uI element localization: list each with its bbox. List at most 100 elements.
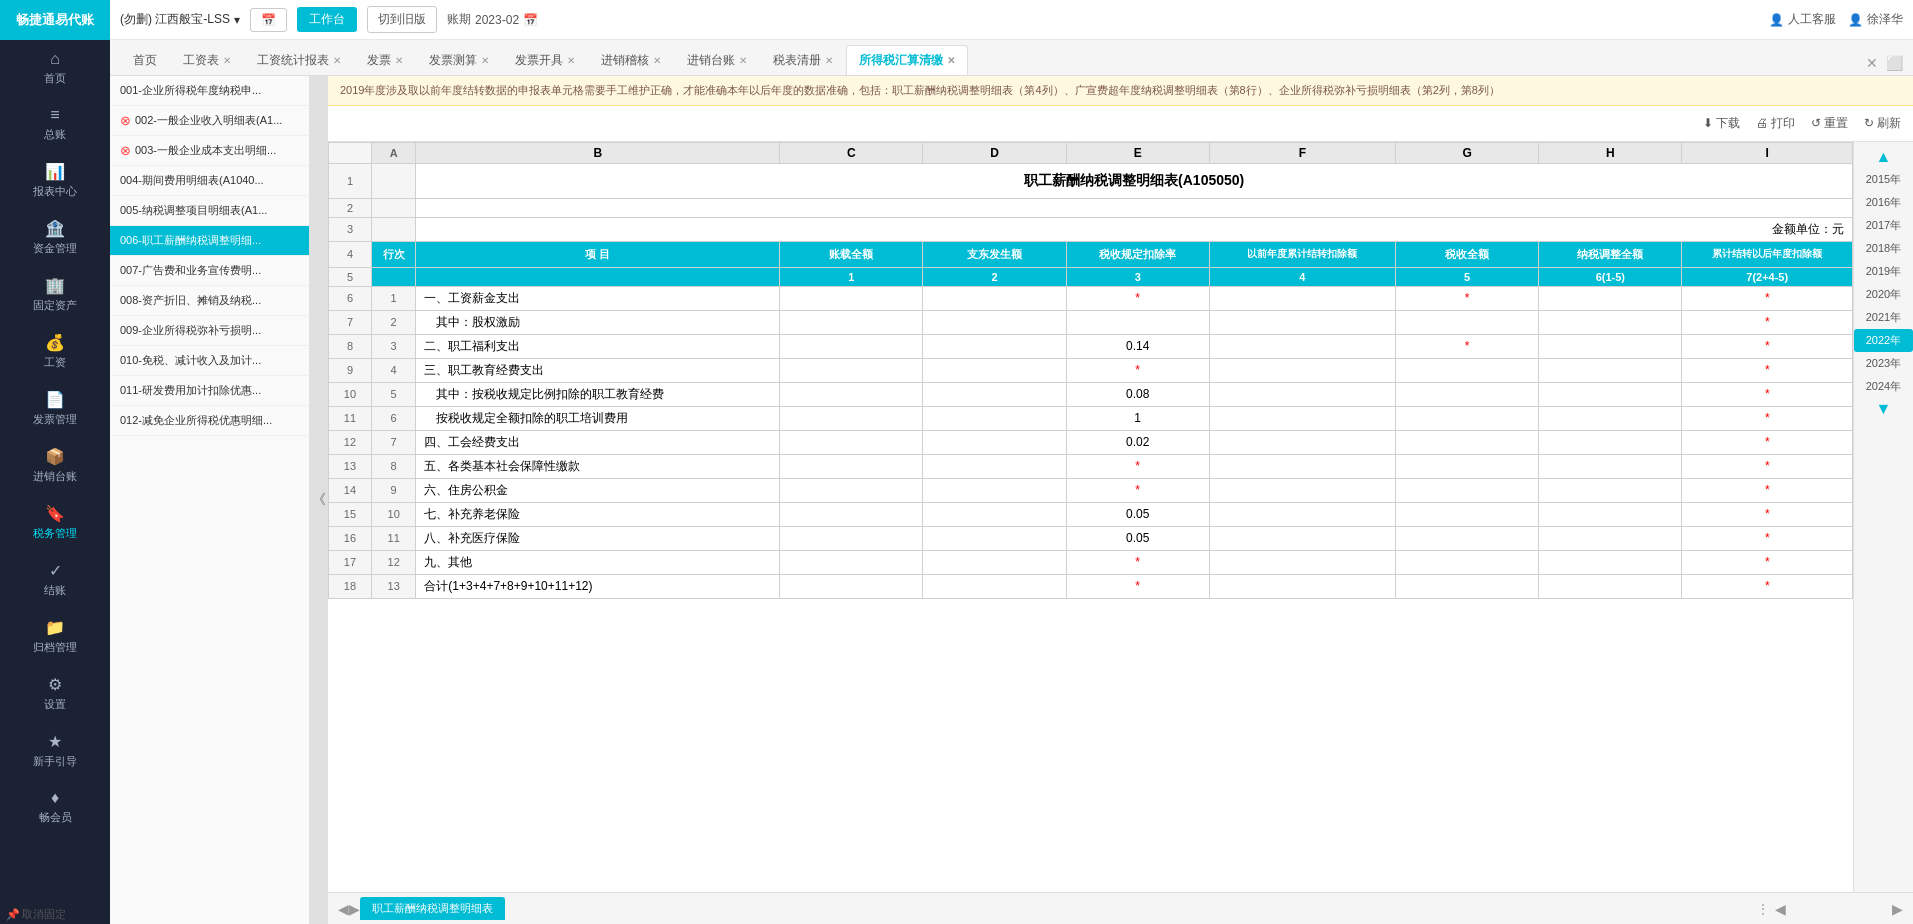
- toolbar: ⬇ 下载 🖨 打印 ↺ 重置 ↻ 刷新: [328, 106, 1913, 142]
- scroll-left[interactable]: ◀: [338, 901, 349, 917]
- sidebar-item-fixed-assets[interactable]: 🏢 固定资产: [0, 266, 110, 323]
- sidebar-item-tax[interactable]: 🔖 税务管理: [0, 494, 110, 551]
- sidebar-item-settings[interactable]: ⚙ 设置: [0, 665, 110, 722]
- tab-tax-clearance[interactable]: 税表清册 ✕: [760, 45, 846, 75]
- tab-close-payroll[interactable]: ✕: [223, 55, 231, 66]
- tab-invoice-calc[interactable]: 发票测算 ✕: [416, 45, 502, 75]
- subheader-4: 4: [1209, 267, 1395, 286]
- cancel-fixed-button[interactable]: 📌 取消固定: [0, 905, 110, 924]
- tab-close-invoice[interactable]: ✕: [395, 55, 403, 66]
- sidebar-item-payroll[interactable]: 💰 工资: [0, 323, 110, 380]
- sidebar-item-checkout[interactable]: ✓ 结账: [0, 551, 110, 608]
- year-2022[interactable]: 2022年: [1854, 329, 1913, 352]
- fixed-assets-icon: 🏢: [45, 276, 65, 295]
- sheet-tab[interactable]: 职工薪酬纳税调整明细表: [360, 897, 505, 920]
- table-header-row: 4 行次 项 目 账载全额 支东发生额 税收规定扣除率 以前年度累计结转扣除额 …: [329, 241, 1853, 267]
- tab-home[interactable]: 首页: [120, 45, 170, 75]
- tab-close-income-tax[interactable]: ✕: [947, 55, 955, 66]
- refresh-button[interactable]: ↻ 刷新: [1864, 115, 1901, 132]
- year-2020[interactable]: 2020年: [1854, 283, 1913, 306]
- user-menu[interactable]: 👤 徐泽华: [1848, 11, 1903, 28]
- maximize-icon[interactable]: ⬜: [1886, 55, 1903, 71]
- sidebar-item-invoice-mgmt[interactable]: 📄 发票管理: [0, 380, 110, 437]
- year-2015[interactable]: 2015年: [1854, 168, 1913, 191]
- year-scroll-down[interactable]: ▼: [1874, 398, 1894, 420]
- tab-income-tax[interactable]: 所得税汇算清缴 ✕: [846, 45, 968, 75]
- print-button[interactable]: 🖨 打印: [1756, 115, 1795, 132]
- reset-icon: ↺: [1811, 116, 1821, 130]
- year-2023[interactable]: 2023年: [1854, 352, 1913, 375]
- col-e-header: E: [1066, 142, 1209, 163]
- notice-bar: 2019年度涉及取以前年度结转数据的申报表单元格需要手工维护正确，才能准确本年以…: [328, 76, 1913, 106]
- subheader-6: 6(1-5): [1539, 267, 1682, 286]
- reset-button[interactable]: ↺ 重置: [1811, 115, 1848, 132]
- sidebar-item-reports[interactable]: 📊 报表中心: [0, 152, 110, 209]
- table-row: 18 13 合计(1+3+4+7+8+9+10+11+12) * *: [329, 574, 1853, 598]
- scroll-bar-right[interactable]: ▶: [1892, 901, 1903, 917]
- left-panel-item-005[interactable]: 005-纳税调整项目明细表(A1...: [110, 196, 309, 226]
- year-2021[interactable]: 2021年: [1854, 306, 1913, 329]
- collapse-panel-button[interactable]: 《: [310, 76, 328, 924]
- sidebar-item-wizard[interactable]: ★ 新手引导: [0, 722, 110, 779]
- switch-version-button[interactable]: 切到旧版: [367, 6, 437, 33]
- tab-purchase-check[interactable]: 进销稽核 ✕: [588, 45, 674, 75]
- customer-service-link[interactable]: 👤 人工客服: [1769, 11, 1836, 28]
- year-2024[interactable]: 2024年: [1854, 375, 1913, 398]
- tab-close-purchase-ledger[interactable]: ✕: [739, 55, 747, 66]
- left-panel-item-004[interactable]: 004-期间费用明细表(A1040...: [110, 166, 309, 196]
- year-2016[interactable]: 2016年: [1854, 191, 1913, 214]
- workspace-button[interactable]: 工作台: [297, 7, 357, 32]
- download-button[interactable]: ⬇ 下载: [1703, 115, 1740, 132]
- sheet-main[interactable]: A B C D E F G H I: [328, 142, 1853, 893]
- left-panel-item-002[interactable]: ⊗ 002-一般企业收入明细表(A1...: [110, 106, 309, 136]
- tab-close-tax-clearance[interactable]: ✕: [825, 55, 833, 66]
- left-panel-item-008[interactable]: 008-资产折旧、摊销及纳税...: [110, 286, 309, 316]
- scroll-right[interactable]: ▶: [349, 901, 360, 917]
- sidebar: 畅捷通易代账 ⌂ 首页 ≡ 总账 📊 报表中心 🏦 资金管理 🏢 固定资产 💰 …: [0, 0, 110, 924]
- sidebar-item-member[interactable]: ♦ 畅会员: [0, 779, 110, 835]
- table-row: 14 9 六、住房公积金 * *: [329, 478, 1853, 502]
- year-2019[interactable]: 2019年: [1854, 260, 1913, 283]
- year-scroll-up[interactable]: ▲: [1874, 146, 1894, 168]
- left-panel-item-006[interactable]: 006-职工薪酬纳税调整明细...: [110, 226, 309, 256]
- tab-payroll[interactable]: 工资表 ✕: [170, 45, 244, 75]
- tab-invoice-open[interactable]: 发票开具 ✕: [502, 45, 588, 75]
- sidebar-label-home: 首页: [44, 71, 66, 86]
- tab-close-invoice-calc[interactable]: ✕: [481, 55, 489, 66]
- refresh-icon: ↻: [1864, 116, 1874, 130]
- tab-invoice[interactable]: 发票 ✕: [354, 45, 416, 75]
- table-row: 6 1 一、工资薪金支出 * * *: [329, 286, 1853, 310]
- tab-close-purchase-check[interactable]: ✕: [653, 55, 661, 66]
- table-row: 12 7 四、工会经费支出 0.02 *: [329, 430, 1853, 454]
- sidebar-item-home[interactable]: ⌂ 首页: [0, 40, 110, 96]
- tab-controls: ✕ ⬜: [1866, 55, 1903, 75]
- year-2018[interactable]: 2018年: [1854, 237, 1913, 260]
- tab-payroll-stats[interactable]: 工资统计报表 ✕: [244, 45, 354, 75]
- right-panel: 2019年度涉及取以前年度结转数据的申报表单元格需要手工维护正确，才能准确本年以…: [328, 76, 1913, 924]
- sidebar-item-ledger[interactable]: ≡ 总账: [0, 96, 110, 152]
- col-g-header: G: [1396, 142, 1539, 163]
- sidebar-item-asset-mgmt[interactable]: 🏦 资金管理: [0, 209, 110, 266]
- tab-close-invoice-open[interactable]: ✕: [567, 55, 575, 66]
- left-panel-item-010[interactable]: 010-免税、减计收入及加计...: [110, 346, 309, 376]
- tab-close-payroll-stats[interactable]: ✕: [333, 55, 341, 66]
- topbar-right: 👤 人工客服 👤 徐泽华: [1769, 11, 1903, 28]
- left-panel-item-001[interactable]: 001-企业所得税年度纳税申...: [110, 76, 309, 106]
- year-2017[interactable]: 2017年: [1854, 214, 1913, 237]
- sidebar-item-purchase[interactable]: 📦 进销台账: [0, 437, 110, 494]
- sheet-menu-icon[interactable]: ⋮: [1757, 902, 1769, 916]
- checkout-icon: ✓: [49, 561, 62, 580]
- sheet-title-cell: 职工薪酬纳税调整明细表(A105050): [416, 163, 1853, 198]
- sidebar-item-archive[interactable]: 📁 归档管理: [0, 608, 110, 665]
- tab-purchase-ledger[interactable]: 进销台账 ✕: [674, 45, 760, 75]
- period-label: 账期: [447, 11, 471, 28]
- left-panel-item-009[interactable]: 009-企业所得税弥补亏损明...: [110, 316, 309, 346]
- close-all-icon[interactable]: ✕: [1866, 55, 1878, 71]
- left-panel-item-011[interactable]: 011-研发费用加计扣除优惠...: [110, 376, 309, 406]
- avatar-icon: 👤: [1848, 13, 1863, 27]
- scroll-bar-left[interactable]: ◀: [1775, 901, 1786, 917]
- calendar-button[interactable]: 📅: [250, 8, 287, 32]
- left-panel-item-003[interactable]: ⊗ 003-一般企业成本支出明细...: [110, 136, 309, 166]
- left-panel-item-012[interactable]: 012-减免企业所得税优惠明细...: [110, 406, 309, 436]
- left-panel-item-007[interactable]: 007-广告费和业务宣传费明...: [110, 256, 309, 286]
